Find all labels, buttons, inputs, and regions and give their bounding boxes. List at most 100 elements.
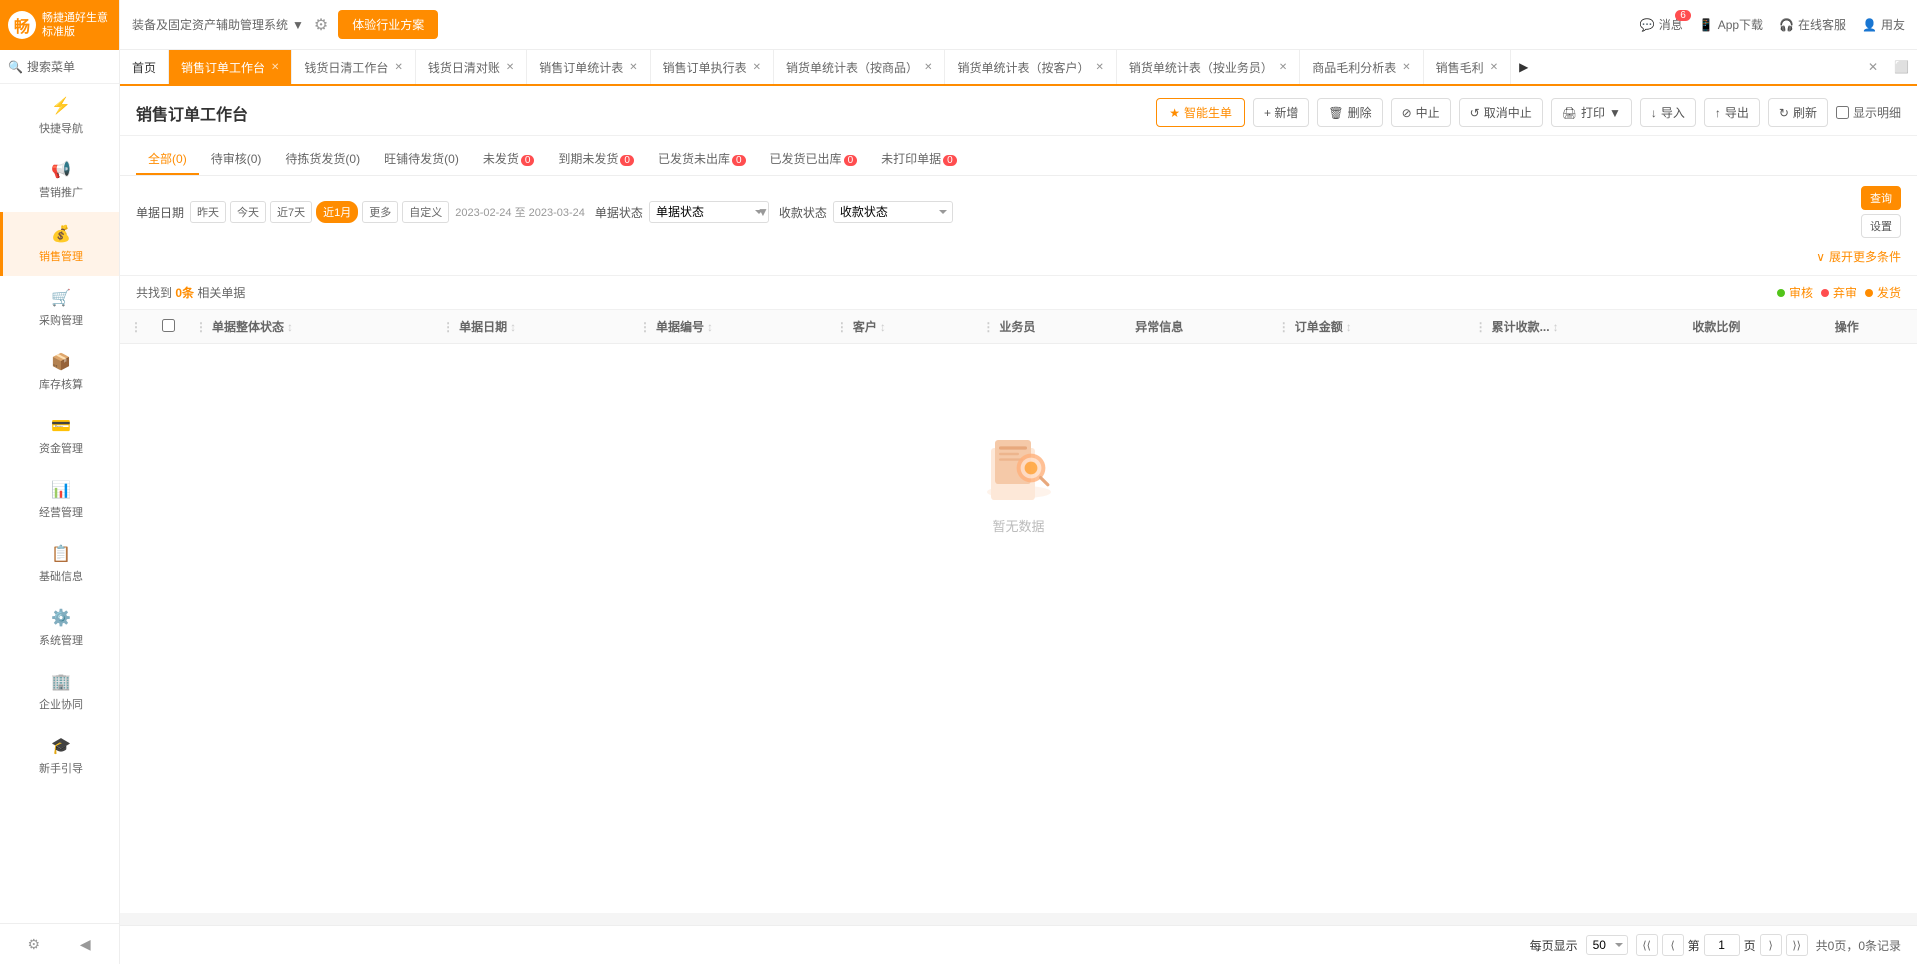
guide-icon: 🎓 xyxy=(51,736,71,756)
tab-close-sales-workbench[interactable]: ✕ xyxy=(271,62,279,73)
payment-select[interactable]: 收款状态 xyxy=(833,201,953,223)
tab-close-cash-reconcile[interactable]: ✕ xyxy=(506,62,514,73)
sidebar-item-quick-nav[interactable]: ⚡ 快捷导航 xyxy=(0,84,119,148)
tab-close-sales-stat-product[interactable]: ✕ xyxy=(924,62,932,73)
print-btn[interactable]: 🖨 打印 ▼ xyxy=(1551,98,1632,127)
sidebar-item-guide[interactable]: 🎓 新手引导 xyxy=(0,724,119,788)
last-page-btn[interactable]: ⟩⟩ xyxy=(1786,934,1808,956)
smart-create-btn[interactable]: ★ 智能生单 xyxy=(1156,98,1245,127)
sub-tab-pending-inspect[interactable]: 待拣货发货(0) xyxy=(273,144,372,175)
message-btn[interactable]: 💬 消息 6 xyxy=(1640,16,1683,33)
stop-btn[interactable]: ⊘ 中止 xyxy=(1391,98,1451,127)
th-date[interactable]: ⋮ 单据日期 ↕ xyxy=(432,310,629,344)
sidebar-item-finance[interactable]: 💳 资金管理 xyxy=(0,404,119,468)
online-service-btn[interactable]: 🎧 在线客服 xyxy=(1779,16,1846,33)
tab-close-margin-analysis[interactable]: ✕ xyxy=(1402,62,1410,73)
ship-btn[interactable]: 发货 xyxy=(1865,284,1901,301)
table-hscroll[interactable] xyxy=(120,913,1917,925)
sub-tab-overdue-ship[interactable]: 到期未发货0 xyxy=(546,144,646,175)
collapse-icon[interactable]: ◀ xyxy=(73,932,97,956)
export-btn[interactable]: ↑ 导出 xyxy=(1704,98,1760,127)
first-page-btn[interactable]: ⟨⟨ xyxy=(1636,934,1658,956)
search-icon: 🔍 xyxy=(8,60,23,74)
dropdown-icon: ▼ xyxy=(292,18,304,32)
tab-close-sales-stat-customer[interactable]: ✕ xyxy=(1095,62,1103,73)
sub-tab-shipped-out[interactable]: 已发货已出库0 xyxy=(758,144,870,175)
delete-btn[interactable]: 🗑 删除 xyxy=(1317,98,1382,127)
th-checkbox[interactable] xyxy=(152,310,185,344)
sidebar-item-inventory[interactable]: 📦 库存核算 xyxy=(0,340,119,404)
tab-cash-daily[interactable]: 钱货日清工作台 ✕ xyxy=(292,50,415,85)
show-detail-checkbox-label[interactable]: 显示明细 xyxy=(1836,104,1901,121)
tab-margin-analysis[interactable]: 商品毛利分析表 ✕ xyxy=(1300,50,1423,85)
sidebar-item-corp[interactable]: 🏢 企业协同 xyxy=(0,660,119,724)
sidebar-item-sales[interactable]: 💰 销售管理 xyxy=(0,212,119,276)
date-btn-7days[interactable]: 近7天 xyxy=(270,201,312,223)
audit-btn[interactable]: 审核 xyxy=(1777,284,1813,301)
th-status[interactable]: ⋮ 单据整体状态 ↕ xyxy=(185,310,432,344)
sub-tab-all[interactable]: 全部(0) xyxy=(136,144,199,175)
tab-close-sales-profit[interactable]: ✕ xyxy=(1490,62,1498,73)
th-amount[interactable]: ⋮ 订单金额 ↕ xyxy=(1268,310,1465,344)
date-btn-custom[interactable]: 自定义 xyxy=(402,201,449,223)
tab-sales-stat-customer[interactable]: 销货单统计表（按客户） ✕ xyxy=(945,50,1116,85)
tab-close-sales-exec[interactable]: ✕ xyxy=(753,62,761,73)
system-title[interactable]: 装备及固定资产辅助管理系统 ▼ xyxy=(132,16,304,33)
drag-handle-icon[interactable]: ⋮ xyxy=(130,320,142,334)
th-number[interactable]: ⋮ 单据编号 ↕ xyxy=(629,310,826,344)
sub-tab-pending[interactable]: 待审核(0) xyxy=(199,144,274,175)
date-btn-yesterday[interactable]: 昨天 xyxy=(190,201,226,223)
sidebar-item-basic[interactable]: 📋 基础信息 xyxy=(0,532,119,596)
tab-close-sales-stat-staff[interactable]: ✕ xyxy=(1279,62,1287,73)
per-page-select[interactable]: 50 xyxy=(1586,935,1628,955)
tab-close-cash-daily[interactable]: ✕ xyxy=(394,62,402,73)
sidebar-search[interactable]: 🔍 搜索菜单 xyxy=(0,50,119,84)
sidebar-item-purchase[interactable]: 🛒 采购管理 xyxy=(0,276,119,340)
th-customer[interactable]: ⋮ 客户 ↕ xyxy=(826,310,973,344)
page-input[interactable] xyxy=(1704,934,1740,956)
sidebar-item-operations[interactable]: 📊 经营管理 xyxy=(0,468,119,532)
sub-tab-not-shipped[interactable]: 未发货0 xyxy=(471,144,547,175)
tab-close-all-btn[interactable]: ✕ xyxy=(1860,50,1886,85)
date-btn-1month[interactable]: 近1月 xyxy=(316,201,358,223)
show-detail-checkbox[interactable] xyxy=(1836,106,1849,119)
tab-sales-stat-product[interactable]: 销货单统计表（按商品） ✕ xyxy=(774,50,945,85)
tab-home[interactable]: 首页 xyxy=(120,50,169,85)
cancel-stop-btn[interactable]: ↺ 取消中止 xyxy=(1459,98,1543,127)
tab-maximize-btn[interactable]: ⬜ xyxy=(1886,50,1917,85)
settings-btn[interactable]: 设置 xyxy=(1861,214,1901,238)
tab-sales-exec[interactable]: 销售订单执行表 ✕ xyxy=(651,50,774,85)
query-btn[interactable]: 查询 xyxy=(1861,186,1901,210)
topbar-settings-icon[interactable]: ⚙ xyxy=(314,15,328,35)
date-btn-today[interactable]: 今天 xyxy=(230,201,266,223)
main-content: 装备及固定资产辅助管理系统 ▼ ⚙ 体验行业方案 💬 消息 6 📱 App下载 … xyxy=(120,0,1917,964)
tab-cash-reconcile[interactable]: 钱货日清对账 ✕ xyxy=(416,50,527,85)
add-btn[interactable]: + 新增 xyxy=(1253,98,1309,127)
app-download-btn[interactable]: 📱 App下载 xyxy=(1699,16,1763,33)
import-btn[interactable]: ↓ 导入 xyxy=(1640,98,1696,127)
sub-tab-not-printed[interactable]: 未打印单据0 xyxy=(869,144,969,175)
tab-sales-stat-staff[interactable]: 销货单统计表（按业务员） ✕ xyxy=(1117,50,1300,85)
expand-filter-btn[interactable]: ∨ 展开更多条件 xyxy=(1816,248,1901,265)
tab-more-btn[interactable]: ▶ xyxy=(1511,50,1536,85)
sidebar-item-system[interactable]: ⚙️ 系统管理 xyxy=(0,596,119,660)
sidebar-item-marketing[interactable]: 📢 营销推广 xyxy=(0,148,119,212)
tab-sales-stat[interactable]: 销售订单统计表 ✕ xyxy=(527,50,650,85)
sub-tab-shipped-not-out[interactable]: 已发货未出库0 xyxy=(646,144,758,175)
status-select[interactable]: 单据状态 xyxy=(649,201,769,223)
reject-btn[interactable]: 弃审 xyxy=(1821,284,1857,301)
next-page-btn[interactable]: ⟩ xyxy=(1760,934,1782,956)
sub-tab-wangpu[interactable]: 旺铺待发货(0) xyxy=(372,144,471,175)
settings-icon[interactable]: ⚙ xyxy=(22,932,46,956)
user-btn[interactable]: 👤 用友 xyxy=(1862,16,1905,33)
industry-btn[interactable]: 体验行业方案 xyxy=(338,10,438,39)
refresh-btn[interactable]: ↻ 刷新 xyxy=(1768,98,1828,127)
tab-sales-profit[interactable]: 销售毛利 ✕ xyxy=(1424,50,1511,85)
date-btn-more[interactable]: 更多 xyxy=(362,201,398,223)
select-all-checkbox[interactable] xyxy=(162,319,175,332)
th-collected[interactable]: ⋮ 累计收款... ↕ xyxy=(1465,310,1683,344)
tab-sales-workbench[interactable]: 销售订单工作台 ✕ xyxy=(169,50,292,85)
prev-page-btn[interactable]: ⟨ xyxy=(1662,934,1684,956)
tab-close-sales-stat[interactable]: ✕ xyxy=(629,62,637,73)
export-icon: ↑ xyxy=(1715,106,1721,120)
